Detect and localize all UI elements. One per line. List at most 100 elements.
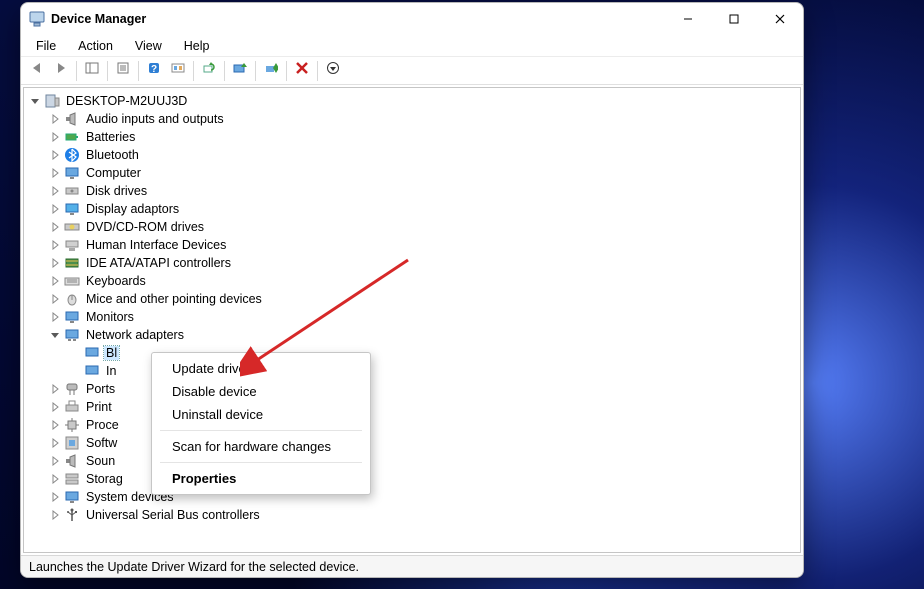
tree-node-display[interactable]: Display adaptors (48, 200, 800, 218)
chevron-down-icon[interactable] (48, 328, 62, 342)
show-hide-console-button[interactable] (80, 59, 104, 83)
ide-icon (64, 255, 80, 271)
tree-node-dvd[interactable]: DVD/CD-ROM drives (48, 218, 800, 236)
network-adapter-icon (84, 363, 100, 379)
chevron-right-icon[interactable] (48, 184, 62, 198)
network-icon (64, 327, 80, 343)
chevron-right-icon[interactable] (48, 202, 62, 216)
titlebar[interactable]: Device Manager (21, 3, 803, 35)
chevron-right-icon[interactable] (48, 472, 62, 486)
chevron-right-icon[interactable] (48, 274, 62, 288)
update-driver-button[interactable] (228, 59, 252, 83)
tree-node-keyboards[interactable]: Keyboards (48, 272, 800, 290)
device-manager-window: Device Manager File Action View Help (20, 2, 804, 578)
context-menu: Update driver Disable device Uninstall d… (151, 352, 371, 495)
arrow-right-icon (54, 61, 68, 80)
scan-hardware-button[interactable] (197, 59, 221, 83)
software-icon (64, 435, 80, 451)
minimize-button[interactable] (665, 3, 711, 35)
properties-icon (116, 61, 130, 80)
storage-icon (64, 471, 80, 487)
keyboard-icon (64, 273, 80, 289)
hid-icon (64, 237, 80, 253)
tree-node-computer[interactable]: Computer (48, 164, 800, 182)
computer-icon (44, 93, 60, 109)
context-properties[interactable]: Properties (152, 467, 370, 490)
tree-node-mice[interactable]: Mice and other pointing devices (48, 290, 800, 308)
context-uninstall-device[interactable]: Uninstall device (152, 403, 370, 426)
dvd-icon (64, 219, 80, 235)
maximize-button[interactable] (711, 3, 757, 35)
printer-icon (64, 399, 80, 415)
chevron-right-icon[interactable] (48, 454, 62, 468)
battery-icon (64, 129, 80, 145)
mouse-icon (64, 291, 80, 307)
context-disable-device[interactable]: Disable device (152, 380, 370, 403)
back-button[interactable] (25, 59, 49, 83)
menu-file[interactable]: File (25, 36, 67, 56)
show-hidden-button[interactable] (166, 59, 190, 83)
display-icon (64, 201, 80, 217)
disable-icon (264, 61, 278, 80)
tree-node-bluetooth[interactable]: Bluetooth (48, 146, 800, 164)
chevron-right-icon[interactable] (48, 310, 62, 324)
tree-node-batteries[interactable]: Batteries (48, 128, 800, 146)
system-icon (64, 489, 80, 505)
uninstall-icon (295, 61, 309, 80)
chevron-down-icon[interactable] (28, 94, 42, 108)
tree-node-disk[interactable]: Disk drives (48, 182, 800, 200)
help-button[interactable]: ? (142, 59, 166, 83)
monitor-icon (64, 165, 80, 181)
tree-node-audio[interactable]: Audio inputs and outputs (48, 110, 800, 128)
chevron-right-icon[interactable] (48, 292, 62, 306)
menu-view[interactable]: View (124, 36, 173, 56)
help-icon: ? (147, 61, 161, 80)
uninstall-device-button[interactable] (290, 59, 314, 83)
chevron-right-icon[interactable] (48, 436, 62, 450)
separator (160, 430, 362, 431)
monitor-icon (64, 309, 80, 325)
close-button[interactable] (757, 3, 803, 35)
tree-node-ide[interactable]: IDE ATA/ATAPI controllers (48, 254, 800, 272)
disk-icon (64, 183, 80, 199)
menubar: File Action View Help (21, 35, 803, 57)
bluetooth-icon (64, 147, 80, 163)
device-tree[interactable]: DESKTOP-M2UUJ3D Audio inputs and outputs… (23, 87, 801, 553)
chevron-right-icon[interactable] (48, 382, 62, 396)
menu-action[interactable]: Action (67, 36, 124, 56)
statusbar: Launches the Update Driver Wizard for th… (21, 555, 803, 577)
arrow-left-icon (30, 61, 44, 80)
tree-node-network-adapters[interactable]: Network adapters (48, 326, 800, 344)
context-scan-hardware[interactable]: Scan for hardware changes (152, 435, 370, 458)
chevron-right-icon[interactable] (48, 508, 62, 522)
properties-button[interactable] (111, 59, 135, 83)
chevron-right-icon[interactable] (48, 400, 62, 414)
cpu-icon (64, 417, 80, 433)
tree-node-monitors[interactable]: Monitors (48, 308, 800, 326)
chevron-right-icon[interactable] (48, 130, 62, 144)
chevron-right-icon[interactable] (48, 166, 62, 180)
svg-text:?: ? (151, 64, 157, 75)
chevron-right-icon[interactable] (48, 256, 62, 270)
audio-icon (64, 111, 80, 127)
chevron-right-icon[interactable] (48, 148, 62, 162)
chevron-right-icon[interactable] (48, 418, 62, 432)
disable-device-button[interactable] (259, 59, 283, 83)
devices-icon (171, 61, 185, 80)
forward-button[interactable] (49, 59, 73, 83)
chevron-right-icon[interactable] (48, 490, 62, 504)
network-adapter-icon (84, 345, 100, 361)
window-title: Device Manager (51, 12, 665, 26)
context-update-driver[interactable]: Update driver (152, 357, 370, 380)
usb-icon (64, 507, 80, 523)
chevron-right-icon[interactable] (48, 238, 62, 252)
tree-node-hid[interactable]: Human Interface Devices (48, 236, 800, 254)
chevron-right-icon[interactable] (48, 112, 62, 126)
tree-root[interactable]: DESKTOP-M2UUJ3D (28, 92, 800, 110)
more-button[interactable] (321, 59, 345, 83)
down-arrow-circle-icon (326, 61, 340, 80)
tree-node-usb[interactable]: Universal Serial Bus controllers (48, 506, 800, 524)
chevron-right-icon[interactable] (48, 220, 62, 234)
menu-help[interactable]: Help (173, 36, 221, 56)
update-driver-icon (233, 61, 247, 80)
